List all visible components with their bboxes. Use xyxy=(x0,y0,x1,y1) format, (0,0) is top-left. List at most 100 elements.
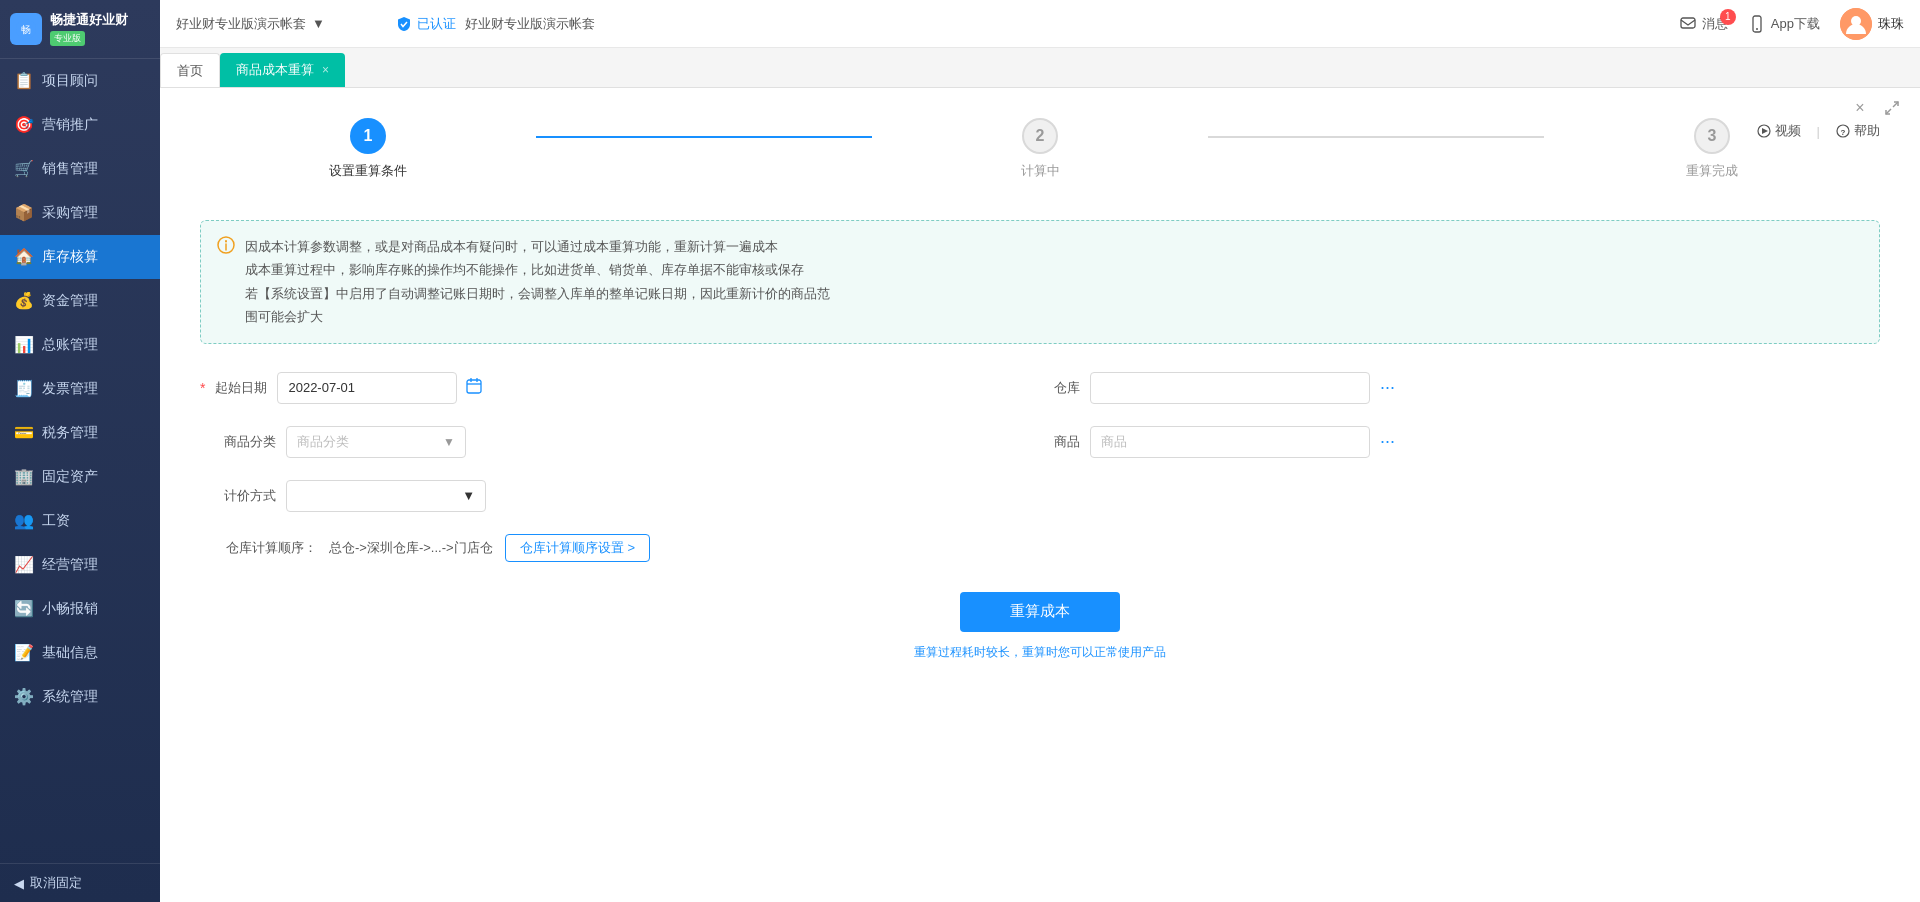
sidebar-item-operations[interactable]: 📈 经营管理 xyxy=(0,543,160,587)
sidebar-item-tax[interactable]: 💳 税务管理 xyxy=(0,411,160,455)
warehouse-label: 仓库 xyxy=(1040,379,1080,397)
info-icon xyxy=(217,236,235,329)
sidebar-item-expense[interactable]: 🔄 小畅报销 xyxy=(0,587,160,631)
step-2: 2 计算中 xyxy=(872,118,1208,180)
video-icon xyxy=(1757,124,1771,138)
unpin-icon: ◀ xyxy=(14,876,24,891)
message-button[interactable]: 消息 1 xyxy=(1679,15,1728,33)
sidebar-scroll: 📋 项目顾问 🎯 营销推广 🛒 销售管理 📦 采购管理 🏠 库存核算 💰 资金管… xyxy=(0,59,160,863)
dropdown-icon: ▼ xyxy=(312,16,325,31)
expand-icon xyxy=(1884,100,1900,116)
submit-hint: 重算过程耗时较长，重算时您可以正常使用产品 xyxy=(914,644,1166,661)
user-menu[interactable]: 珠珠 xyxy=(1840,8,1904,40)
project-icon: 📋 xyxy=(14,71,34,91)
sidebar-unpin-button[interactable]: ◀ 取消固定 xyxy=(0,863,160,902)
verified-badge: 已认证 好业财专业版演示帐套 xyxy=(396,15,595,33)
sidebar-item-basic[interactable]: 📝 基础信息 xyxy=(0,631,160,675)
category-label: 商品分类 xyxy=(214,433,276,451)
operations-icon: 📈 xyxy=(14,555,34,575)
warehouse-order-settings-button[interactable]: 仓库计算顺序设置 > xyxy=(505,534,651,562)
help-button[interactable]: ? 帮助 xyxy=(1836,122,1880,140)
calendar-button[interactable] xyxy=(465,377,483,399)
required-marker: * xyxy=(200,380,205,396)
invoice-icon: 🧾 xyxy=(14,379,34,399)
topbar-right: 消息 1 App下载 珠珠 xyxy=(1679,8,1904,40)
form-right-1: 仓库 ··· xyxy=(1040,372,1880,404)
sidebar-item-finance[interactable]: 💰 资金管理 xyxy=(0,279,160,323)
shield-check-icon xyxy=(396,16,412,32)
pricing-select[interactable]: ▼ xyxy=(286,480,486,512)
arrow-right-icon: > xyxy=(628,540,636,555)
purchase-icon: 📦 xyxy=(14,203,34,223)
content-toolbar: × xyxy=(1848,96,1904,120)
help-icon: ? xyxy=(1836,124,1850,138)
content-area: × 1 设置重算条件 xyxy=(160,88,1920,902)
step-3-label: 重算完成 xyxy=(1686,162,1738,180)
sidebar-logo: 畅 畅捷通好业财 专业版 xyxy=(0,0,160,59)
accounting-icon: 📊 xyxy=(14,335,34,355)
sidebar-item-project[interactable]: 📋 项目顾问 xyxy=(0,59,160,103)
form-row-2: 商品分类 商品分类 ▼ 商品 商品 ··· xyxy=(200,426,1880,458)
sidebar-item-sales[interactable]: 🛒 销售管理 xyxy=(0,147,160,191)
warehouse-order-value: 总仓->深圳仓库->...->门店仓 xyxy=(329,539,493,557)
submit-button[interactable]: 重算成本 xyxy=(960,592,1120,632)
step-2-label: 计算中 xyxy=(1021,162,1060,180)
sidebar-item-marketing[interactable]: 🎯 营销推广 xyxy=(0,103,160,147)
info-box-text: 因成本计算参数调整，或是对商品成本有疑问时，可以通过成本重算功能，重新计算一遍成… xyxy=(245,235,830,329)
steps-wrapper: 1 设置重算条件 2 计算中 3 xyxy=(200,108,1880,190)
form: * 起始日期 仓库 xyxy=(200,372,1880,661)
page-content: 1 设置重算条件 2 计算中 3 xyxy=(160,88,1920,902)
pricing-label: 计价方式 xyxy=(214,487,276,505)
form-row-pricing: 计价方式 ▼ xyxy=(200,480,1880,512)
step-connector-1 xyxy=(536,136,872,138)
sidebar-item-system[interactable]: ⚙️ 系统管理 xyxy=(0,675,160,719)
step-1-label: 设置重算条件 xyxy=(329,162,407,180)
video-help-button[interactable]: 视频 xyxy=(1757,122,1801,140)
tab-recalc[interactable]: 商品成本重算 × xyxy=(220,53,345,87)
warehouse-order-label: 仓库计算顺序： xyxy=(226,539,317,557)
app-logo-icon: 畅 xyxy=(10,13,42,45)
avatar xyxy=(1840,8,1872,40)
goods-label: 商品 xyxy=(1040,433,1080,451)
topbar: 好业财专业版演示帐套 ▼ 已认证 好业财专业版演示帐套 消息 1 xyxy=(160,0,1920,48)
goods-input[interactable]: 商品 xyxy=(1090,426,1370,458)
form-left-1: * 起始日期 xyxy=(200,372,1040,404)
tabbar: 首页 商品成本重算 × xyxy=(160,48,1920,88)
sidebar-item-invoice[interactable]: 🧾 发票管理 xyxy=(0,367,160,411)
sidebar-item-salary[interactable]: 👥 工资 xyxy=(0,499,160,543)
marketing-icon: 🎯 xyxy=(14,115,34,135)
system-icon: ⚙️ xyxy=(14,687,34,707)
sidebar-item-inventory[interactable]: 🏠 库存核算 xyxy=(0,235,160,279)
category-arrow: ▼ xyxy=(443,435,455,449)
close-panel-button[interactable]: × xyxy=(1848,96,1872,120)
start-date-input[interactable] xyxy=(277,372,457,404)
expand-panel-button[interactable] xyxy=(1880,96,1904,120)
tax-icon: 💳 xyxy=(14,423,34,443)
form-left-2: 商品分类 商品分类 ▼ xyxy=(200,426,1040,458)
step-1-circle: 1 xyxy=(350,118,386,154)
sidebar-item-fixed-assets[interactable]: 🏢 固定资产 xyxy=(0,455,160,499)
svg-point-4 xyxy=(1756,28,1758,30)
warehouse-input[interactable] xyxy=(1090,372,1370,404)
sidebar-item-accounting[interactable]: 📊 总账管理 xyxy=(0,323,160,367)
goods-dots-button[interactable]: ··· xyxy=(1380,431,1395,452)
warehouse-order-row: 仓库计算顺序： 总仓->深圳仓库->...->门店仓 仓库计算顺序设置 > xyxy=(200,534,1880,562)
sales-icon: 🛒 xyxy=(14,159,34,179)
tab-home[interactable]: 首页 xyxy=(160,53,220,87)
message-icon xyxy=(1679,15,1697,33)
warehouse-dots-button[interactable]: ··· xyxy=(1380,377,1395,398)
tab-close-button[interactable]: × xyxy=(322,63,329,77)
sidebar-item-purchase[interactable]: 📦 采购管理 xyxy=(0,191,160,235)
app-download-button[interactable]: App下载 xyxy=(1748,15,1820,33)
inventory-icon: 🏠 xyxy=(14,247,34,267)
submit-section: 重算成本 重算过程耗时较长，重算时您可以正常使用产品 xyxy=(200,592,1880,661)
svg-text:畅: 畅 xyxy=(21,24,31,35)
category-select[interactable]: 商品分类 ▼ xyxy=(286,426,466,458)
account-selector[interactable]: 好业财专业版演示帐套 ▼ xyxy=(176,15,376,33)
main-area: 好业财专业版演示帐套 ▼ 已认证 好业财专业版演示帐套 消息 1 xyxy=(160,0,1920,902)
steps: 1 设置重算条件 2 计算中 3 xyxy=(200,108,1880,190)
sidebar: 畅 畅捷通好业财 专业版 📋 项目顾问 🎯 营销推广 🛒 销售管理 📦 采购管理 xyxy=(0,0,160,902)
start-date-label: 起始日期 xyxy=(209,379,267,397)
svg-rect-2 xyxy=(1681,18,1695,28)
info-box: 因成本计算参数调整，或是对商品成本有疑问时，可以通过成本重算功能，重新计算一遍成… xyxy=(200,220,1880,344)
